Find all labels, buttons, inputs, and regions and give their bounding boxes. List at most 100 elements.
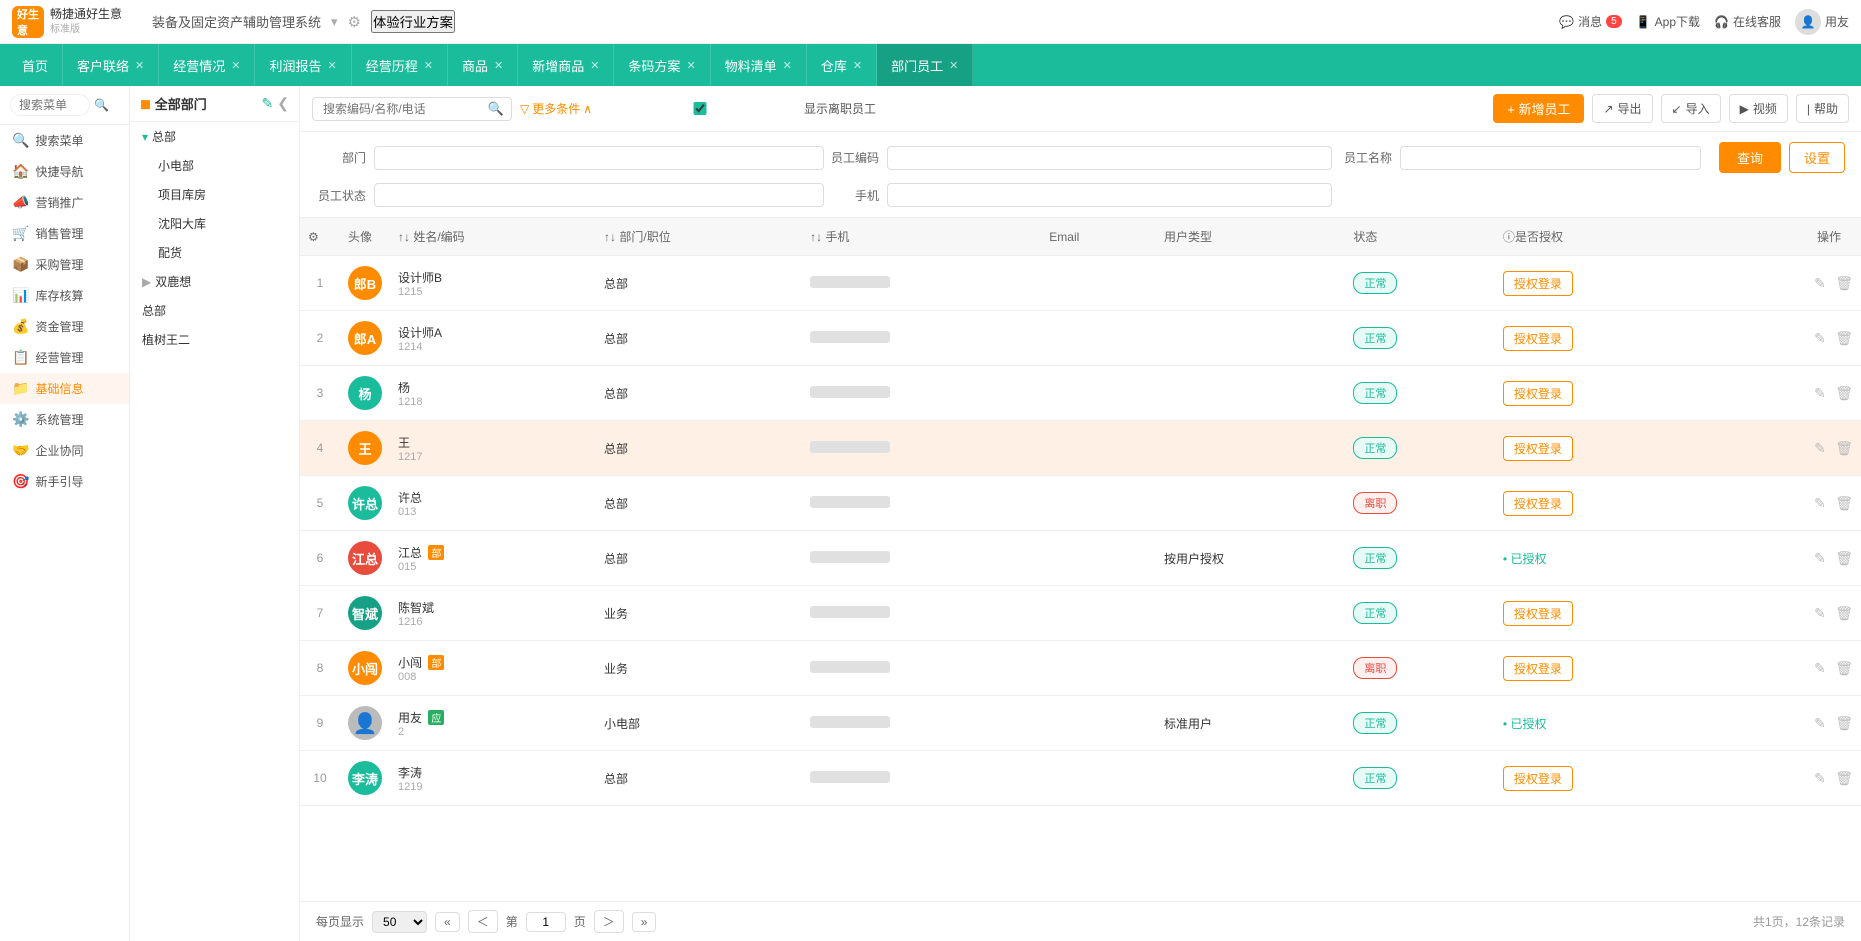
view-btn[interactable]: ▶ 视频 <box>1729 94 1788 123</box>
authorize-btn[interactable]: 授权登录 <box>1503 656 1573 681</box>
edit-icon[interactable]: ✎ <box>1814 715 1826 731</box>
filter-name-input[interactable] <box>1400 146 1701 170</box>
navtab-部门员工[interactable]: 部门员工 ✕ <box>877 44 973 86</box>
sidebar-item-purchase[interactable]: 📦采购管理 <box>0 249 129 280</box>
authorize-btn[interactable]: 授权登录 <box>1503 326 1573 351</box>
dept-node-xiangmu[interactable]: 项目库房 <box>146 180 299 209</box>
close-tab-icon[interactable]: ✕ <box>783 59 792 72</box>
settings-btn[interactable]: 设置 <box>1789 142 1845 173</box>
settings-col-icon[interactable]: ⚙ <box>308 230 319 244</box>
search-input[interactable] <box>312 97 512 121</box>
delete-icon[interactable]: 🗑 <box>1835 660 1853 676</box>
navtab-物料清单[interactable]: 物料清单 ✕ <box>711 44 807 86</box>
sidebar-item-search[interactable]: 🔍搜索菜单 <box>0 125 129 156</box>
edit-icon[interactable]: ✎ <box>1814 770 1826 786</box>
import-btn[interactable]: ↙ 导入 <box>1661 94 1721 123</box>
authorize-btn[interactable]: 授权登录 <box>1503 271 1573 296</box>
prev-page-btn[interactable]: ＜ <box>468 910 498 933</box>
delete-icon[interactable]: 🗑 <box>1835 440 1853 456</box>
navtab-客户联络[interactable]: 客户联络 ✕ <box>63 44 159 86</box>
col-dept[interactable]: ↑↓ 部门/职位 <box>596 218 802 256</box>
authorize-btn[interactable]: 授权登录 <box>1503 491 1573 516</box>
navtab-经营情况[interactable]: 经营情况 ✕ <box>159 44 255 86</box>
sidebar-item-system[interactable]: ⚙️系统管理 <box>0 404 129 435</box>
sidebar-item-basic[interactable]: 📁基础信息 <box>0 373 129 404</box>
page-input[interactable] <box>526 912 566 932</box>
user-btn[interactable]: 👤 用友 <box>1795 9 1849 35</box>
navtab-新增商品[interactable]: 新增商品 ✕ <box>518 44 614 86</box>
delete-icon[interactable]: 🗑 <box>1835 715 1853 731</box>
add-employee-btn[interactable]: + 新增员工 <box>1493 94 1584 123</box>
close-tab-icon[interactable]: ✕ <box>949 59 958 72</box>
close-tab-icon[interactable]: ✕ <box>424 59 433 72</box>
authorize-btn[interactable]: 授权登录 <box>1503 381 1573 406</box>
edit-dept-icon[interactable]: ✎ <box>262 95 274 112</box>
navtab-条码方案[interactable]: 条码方案 ✕ <box>614 44 710 86</box>
close-tab-icon[interactable]: ✕ <box>494 59 503 72</box>
delete-icon[interactable]: 🗑 <box>1835 385 1853 401</box>
edit-icon[interactable]: ✎ <box>1814 605 1826 621</box>
sidebar-item-collab[interactable]: 🤝企业协同 <box>0 435 129 466</box>
dept-node-xiaodian[interactable]: 小电部 <box>146 151 299 180</box>
sidebar-search-input[interactable] <box>10 94 90 116</box>
filter-phone-input[interactable] <box>887 183 1332 207</box>
sidebar-item-finance[interactable]: 💰资金管理 <box>0 311 129 342</box>
authorize-btn[interactable]: 授权登录 <box>1503 436 1573 461</box>
delete-icon[interactable]: 🗑 <box>1835 495 1853 511</box>
sidebar-item-management[interactable]: 📋经营管理 <box>0 342 129 373</box>
help-btn[interactable]: | 帮助 <box>1796 94 1849 123</box>
dept-node-zhishu[interactable]: 植树王二 <box>130 325 299 354</box>
authorize-btn[interactable]: 授权登录 <box>1503 766 1573 791</box>
delete-icon[interactable]: 🗑 <box>1835 275 1853 291</box>
title-dropdown-icon[interactable]: ▾ <box>331 14 338 30</box>
filter-code-input[interactable] <box>887 146 1332 170</box>
close-tab-icon[interactable]: ✕ <box>686 59 695 72</box>
filter-dept-select[interactable] <box>374 146 824 170</box>
online-service-btn[interactable]: 🎧 在线客服 <box>1714 13 1781 30</box>
collapse-dept-icon[interactable]: ❮ <box>277 95 289 112</box>
messages-btn[interactable]: 💬 消息 5 <box>1559 13 1622 30</box>
edit-icon[interactable]: ✎ <box>1814 660 1826 676</box>
edit-icon[interactable]: ✎ <box>1814 550 1826 566</box>
close-tab-icon[interactable]: ✕ <box>135 59 144 72</box>
close-tab-icon[interactable]: ✕ <box>231 59 240 72</box>
close-tab-icon[interactable]: ✕ <box>328 59 337 72</box>
delete-icon[interactable]: 🗑 <box>1835 605 1853 621</box>
first-page-btn[interactable]: « <box>435 912 460 932</box>
dept-node-shuanglu[interactable]: ▶ 双鹿想 <box>130 267 299 296</box>
sidebar-item-nav[interactable]: 🏠快捷导航 <box>0 156 129 187</box>
dept-node-zongbu[interactable]: ▾ 总部 <box>130 122 299 151</box>
edit-icon[interactable]: ✎ <box>1814 330 1826 346</box>
delete-icon[interactable]: 🗑 <box>1835 550 1853 566</box>
delete-icon[interactable]: 🗑 <box>1835 330 1853 346</box>
delete-icon[interactable]: 🗑 <box>1835 770 1853 786</box>
close-tab-icon[interactable]: ✕ <box>853 59 862 72</box>
last-page-btn[interactable]: » <box>632 912 657 932</box>
filter-status-select[interactable] <box>374 183 824 207</box>
edit-icon[interactable]: ✎ <box>1814 275 1826 291</box>
show-resigned-checkbox[interactable] <box>600 102 800 115</box>
dept-node-peihuo[interactable]: 配货 <box>146 238 299 267</box>
sidebar-item-marketing[interactable]: 📣营销推广 <box>0 187 129 218</box>
app-download-btn[interactable]: 📱 App下载 <box>1636 13 1700 30</box>
settings-icon[interactable]: ⚙ <box>348 13 361 31</box>
sidebar-item-inventory[interactable]: 📊库存核算 <box>0 280 129 311</box>
dept-node-shenyang[interactable]: 沈阳大库 <box>146 209 299 238</box>
navtab-经营历程[interactable]: 经营历程 ✕ <box>352 44 448 86</box>
trial-button[interactable]: 体验行业方案 <box>371 10 455 33</box>
per-page-select[interactable]: 50 20 100 <box>372 911 427 933</box>
dept-node-zongbu2[interactable]: 总部 <box>130 296 299 325</box>
more-filters-btn[interactable]: ▽ 更多条件 ∧ <box>520 100 592 117</box>
edit-icon[interactable]: ✎ <box>1814 495 1826 511</box>
col-name[interactable]: ↑↓ 姓名/编码 <box>390 218 596 256</box>
export-btn[interactable]: ↗ 导出 <box>1592 94 1652 123</box>
edit-icon[interactable]: ✎ <box>1814 440 1826 456</box>
close-tab-icon[interactable]: ✕ <box>590 59 599 72</box>
col-phone[interactable]: ↑↓ 手机 <box>802 218 1041 256</box>
authorize-btn[interactable]: 授权登录 <box>1503 601 1573 626</box>
navtab-商品[interactable]: 商品 ✕ <box>448 44 518 86</box>
edit-icon[interactable]: ✎ <box>1814 385 1826 401</box>
sidebar-item-guide[interactable]: 🎯新手引导 <box>0 466 129 497</box>
navtab-仓库[interactable]: 仓库 ✕ <box>807 44 877 86</box>
navtab-首页[interactable]: 首页 <box>8 44 63 86</box>
